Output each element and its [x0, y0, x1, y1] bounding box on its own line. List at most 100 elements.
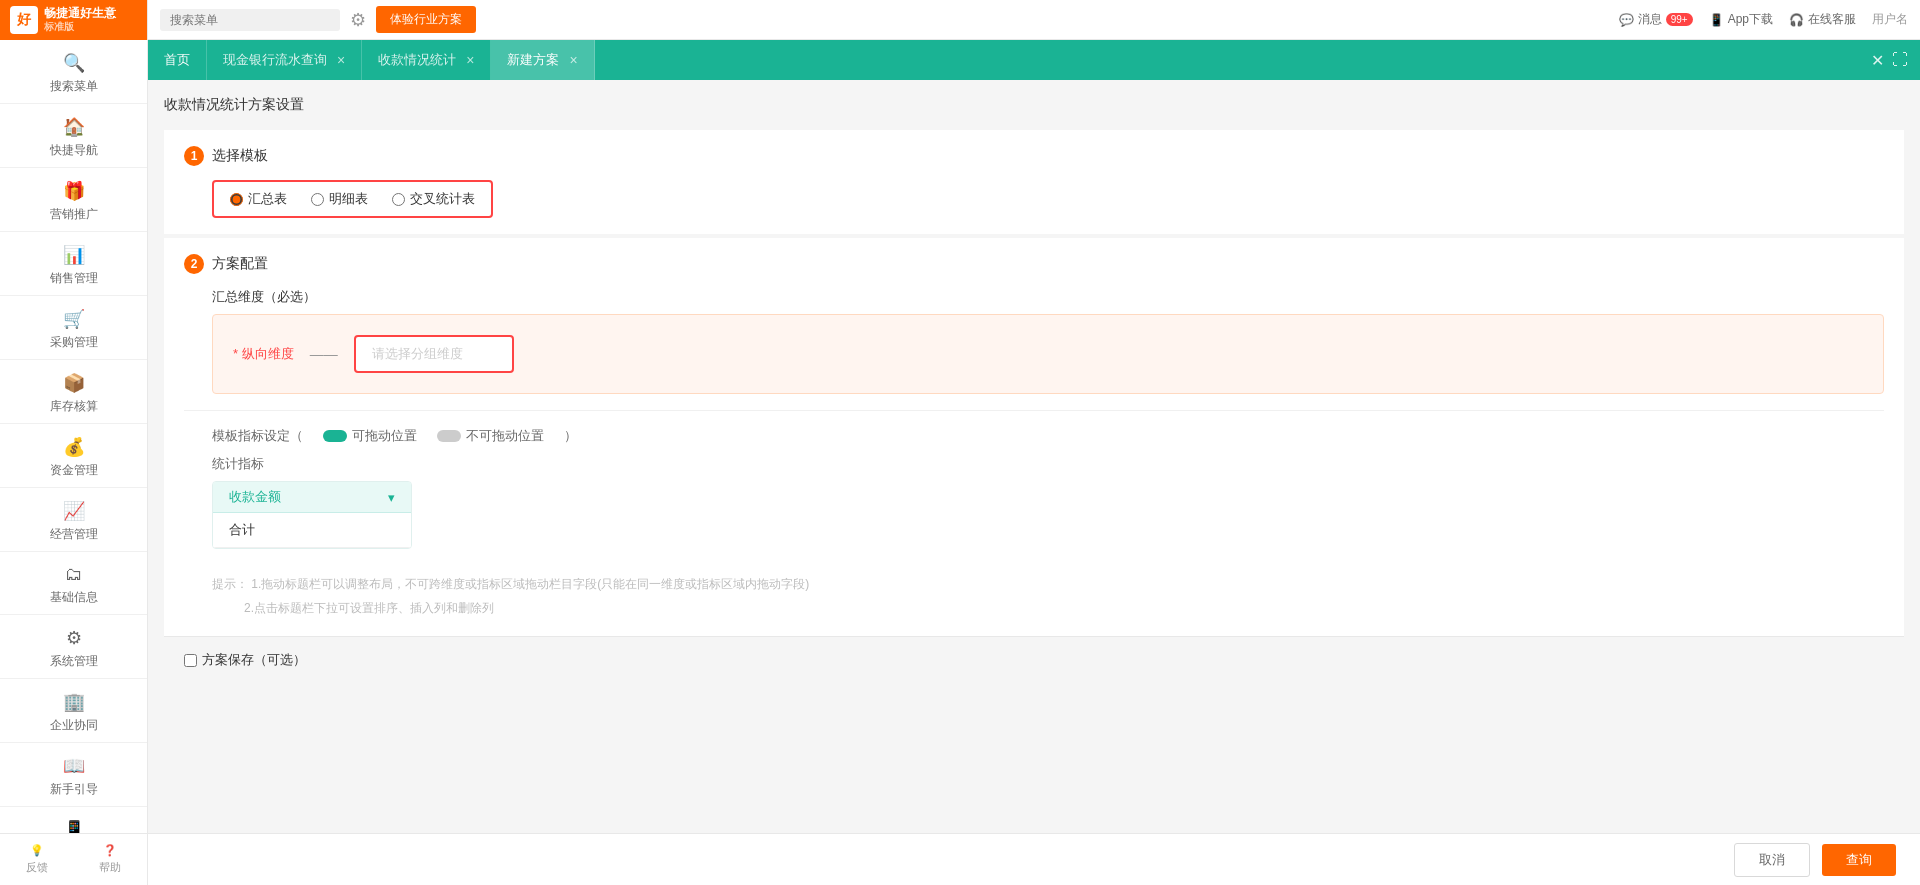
download-icon: 📱: [1709, 13, 1724, 27]
arrow-right-icon: ——: [310, 346, 338, 362]
sidebar-item-quick-nav[interactable]: 🏠 快捷导航: [0, 104, 147, 168]
dimension-label-text: 汇总维度（必选）: [212, 289, 316, 304]
tips-section: 提示： 1.拖动标题栏可以调整布局，不可跨维度或指标区域拖动栏目字段(只能在同一…: [184, 572, 1884, 620]
metrics-table-header[interactable]: 收款金额 ▾: [213, 482, 411, 513]
radio-summary-input[interactable]: [230, 193, 243, 206]
app-name: 畅捷通好生意: [44, 6, 116, 20]
dimension-select[interactable]: 请选择分组维度: [354, 335, 514, 373]
radio-cross-label: 交叉统计表: [410, 190, 475, 208]
step1-title: 选择模板: [212, 147, 268, 165]
help-btn[interactable]: ❓ 帮助: [99, 844, 121, 875]
box-icon: 📦: [63, 372, 85, 394]
gear-icon: ⚙: [66, 627, 82, 649]
tab-expand-btn[interactable]: ⛶: [1892, 51, 1908, 69]
service-btn[interactable]: 🎧 在线客服: [1789, 11, 1856, 28]
gift-icon: 🎁: [63, 180, 85, 202]
metrics-section: 模板指标设定（ 可拖动位置 不可拖动位置 ） 统计指标 收款金额 ▾: [184, 410, 1884, 552]
plan-save-label[interactable]: 方案保存（可选）: [184, 651, 306, 669]
sidebar-footer: 💡 反馈 ❓ 帮助: [0, 833, 147, 885]
template-options: 汇总表 明细表 交叉统计表: [212, 180, 493, 218]
tab-receipt-stat-close[interactable]: ×: [466, 52, 474, 68]
radio-summary-label: 汇总表: [248, 190, 287, 208]
radio-detail-input[interactable]: [311, 193, 324, 206]
metrics-dropdown-icon[interactable]: ▾: [388, 490, 395, 505]
tab-home-label: 首页: [164, 51, 190, 69]
tab-bar: 首页 现金银行流水查询 × 收款情况统计 × 新建方案 × ✕ ⛶: [148, 40, 1920, 80]
tab-bank-flow[interactable]: 现金银行流水查询 ×: [207, 40, 362, 80]
sidebar-item-inventory[interactable]: 📦 库存核算: [0, 360, 147, 424]
feedback-icon: 💡: [30, 844, 44, 857]
sidebar-item-basic-info[interactable]: 🗂 基础信息: [0, 552, 147, 615]
stats-label: 统计指标: [212, 455, 1884, 473]
dimension-config: 汇总维度（必选） * 纵向维度 —— 请选择分组维度: [184, 288, 1884, 394]
download-btn[interactable]: 📱 App下载: [1709, 11, 1773, 28]
radio-detail[interactable]: 明细表: [311, 190, 368, 208]
notification-btn[interactable]: 💬 消息 99+: [1619, 11, 1693, 28]
sidebar-label-enterprise: 企业协同: [50, 717, 98, 734]
cancel-button[interactable]: 取消: [1734, 843, 1810, 877]
dimension-select-placeholder: 请选择分组维度: [372, 346, 463, 361]
sidebar-label-purchase: 采购管理: [50, 334, 98, 351]
tab-receipt-stat[interactable]: 收款情况统计 ×: [362, 40, 491, 80]
dimension-area: * 纵向维度 —— 请选择分组维度: [212, 314, 1884, 394]
trend-icon: 📈: [63, 500, 85, 522]
metrics-header-text: 收款金额: [229, 488, 281, 506]
radio-summary[interactable]: 汇总表: [230, 190, 287, 208]
tab-home[interactable]: 首页: [148, 40, 207, 80]
logo-icon: 好: [10, 6, 38, 34]
sidebar-label-inventory: 库存核算: [50, 398, 98, 415]
draggable-badge: 可拖动位置: [323, 427, 417, 445]
notification-badge: 99+: [1666, 13, 1693, 26]
phone-icon: 📱: [63, 819, 85, 833]
sidebar-item-search[interactable]: 🔍 搜索菜单: [0, 40, 147, 104]
step1-section: 1 选择模板 汇总表 明细表 交叉统计表: [164, 130, 1904, 234]
tab-receipt-stat-label: 收款情况统计: [378, 51, 456, 69]
sidebar-item-operation[interactable]: 📈 经营管理: [0, 488, 147, 552]
top-header: ⚙ 体验行业方案 💬 消息 99+ 📱 App下载 🎧 在线客服 用户名: [148, 0, 1920, 40]
query-button[interactable]: 查询: [1822, 844, 1896, 876]
sidebar-item-purchase[interactable]: 🛒 采购管理: [0, 296, 147, 360]
feedback-label: 反馈: [26, 860, 48, 875]
metrics-settings-label: 模板指标设定（: [212, 427, 303, 445]
drag-indicator: [323, 430, 347, 442]
tip-item-2: 2.点击标题栏下拉可设置排序、插入列和删除列: [212, 596, 1884, 620]
feedback-btn[interactable]: 💡 反馈: [26, 844, 48, 875]
plan-save-checkbox[interactable]: [184, 654, 197, 667]
sidebar-menu: 🔍 搜索菜单 🏠 快捷导航 🎁 营销推广 📊 销售管理 🛒 采购管理 📦 库存核…: [0, 40, 147, 833]
radio-cross-input[interactable]: [392, 193, 405, 206]
sidebar-item-guide[interactable]: 📖 新手引导: [0, 743, 147, 807]
plan-save-text: 方案保存（可选）: [202, 651, 306, 669]
trial-button[interactable]: 体验行业方案: [376, 6, 476, 33]
notification-icon: 💬: [1619, 13, 1634, 27]
sidebar-item-finance[interactable]: 💰 资金管理: [0, 424, 147, 488]
sidebar-item-sales[interactable]: 📊 销售管理: [0, 232, 147, 296]
tab-bar-actions: ✕ ⛶: [1871, 40, 1920, 80]
search-input[interactable]: [160, 9, 340, 31]
step1-header: 1 选择模板: [184, 146, 1884, 166]
step2-header: 2 方案配置: [184, 254, 1884, 274]
no-drag-indicator: [437, 430, 461, 442]
radio-cross[interactable]: 交叉统计表: [392, 190, 475, 208]
user-info: 用户名: [1872, 11, 1908, 28]
sidebar-item-marketing[interactable]: 🎁 营销推广: [0, 168, 147, 232]
tab-new-plan-label: 新建方案: [507, 51, 559, 69]
no-drag-label: 不可拖动位置: [466, 427, 544, 445]
bottom-bar: 取消 查询: [148, 833, 1920, 885]
step2-number: 2: [184, 254, 204, 274]
settings-button[interactable]: ⚙: [350, 9, 366, 31]
metrics-row-text: 合计: [229, 522, 255, 537]
tab-new-plan-close[interactable]: ×: [569, 52, 577, 68]
sidebar-item-enterprise[interactable]: 🏢 企业协同: [0, 679, 147, 743]
sidebar-label-sales: 销售管理: [50, 270, 98, 287]
tab-bank-flow-close[interactable]: ×: [337, 52, 345, 68]
vertical-dimension-label: * 纵向维度: [233, 345, 294, 363]
sidebar-item-hardware[interactable]: 📱 智能硬件: [0, 807, 147, 833]
sidebar-label-guide: 新手引导: [50, 781, 98, 798]
book-icon: 📖: [63, 755, 85, 777]
tips-prefix: 提示：: [212, 577, 248, 591]
search-icon: 🔍: [63, 52, 85, 74]
tab-new-plan[interactable]: 新建方案 ×: [491, 40, 594, 80]
tab-close-all-btn[interactable]: ✕: [1871, 51, 1884, 70]
sidebar: 好 畅捷通好生意 标准版 🔍 搜索菜单 🏠 快捷导航 🎁 营销推广 📊 销售管理…: [0, 0, 148, 885]
sidebar-item-system[interactable]: ⚙ 系统管理: [0, 615, 147, 679]
